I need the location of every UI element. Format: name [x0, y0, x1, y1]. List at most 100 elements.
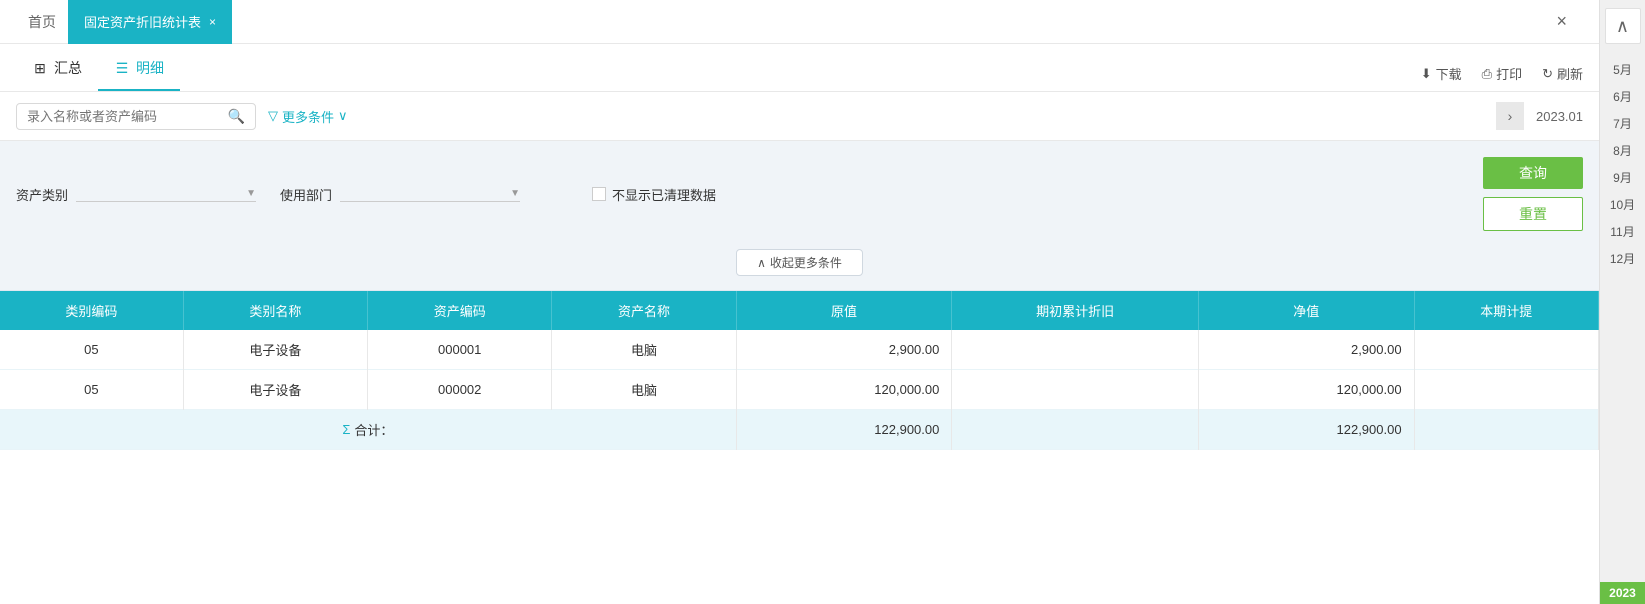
total-cell: 122,900.00: [1198, 410, 1414, 450]
chevron-up-icon: ∧: [757, 256, 766, 270]
nav-tab-depreciation[interactable]: 固定资产折旧统计表 ×: [68, 0, 232, 44]
search-bar: 🔍 ▽ 更多条件 ∨ › 2023.01: [0, 92, 1599, 141]
search-input-wrap[interactable]: 🔍: [16, 103, 256, 130]
sidebar-nav-up[interactable]: ∧: [1605, 8, 1641, 44]
layers-icon: ⊞: [32, 60, 48, 76]
search-input[interactable]: [27, 109, 228, 124]
hide-cleared-checkbox[interactable]: [592, 187, 606, 201]
asset-category-select[interactable]: ▼: [76, 186, 256, 202]
tab-detail[interactable]: ☰ 明细: [98, 47, 180, 91]
col-net-value: 净值: [1198, 291, 1414, 330]
table-wrap: 类别编码 类别名称 资产编码 资产名称 原值 期初累计折旧 净值 本期计提 05…: [0, 291, 1599, 604]
table-cell: 电脑: [552, 370, 736, 410]
sidebar-month-item[interactable]: 5月: [1600, 56, 1645, 83]
expand-arrow-btn[interactable]: ›: [1496, 102, 1524, 130]
search-icon[interactable]: 🔍: [228, 108, 245, 125]
tab-summary[interactable]: ⊞ 汇总: [16, 47, 98, 91]
table-cell: 120,000.00: [736, 370, 952, 410]
sidebar-month-item[interactable]: 8月: [1600, 137, 1645, 164]
sidebar-month-item[interactable]: 12月: [1600, 245, 1645, 272]
top-nav: 首页 固定资产折旧统计表 × ×: [0, 0, 1599, 44]
print-btn[interactable]: ⎙ 打印: [1482, 64, 1522, 83]
more-conditions-btn[interactable]: ▽ 更多条件 ∨: [268, 107, 348, 126]
col-original-value: 原值: [736, 291, 952, 330]
tab-label: 固定资产折旧统计表: [84, 12, 201, 31]
print-label: 打印: [1496, 64, 1522, 83]
table-cell: 2,900.00: [1198, 330, 1414, 370]
table-cell: [1414, 370, 1598, 410]
reset-button[interactable]: 重置: [1483, 197, 1583, 231]
nav-home[interactable]: 首页: [16, 0, 68, 44]
col-current-provision: 本期计提: [1414, 291, 1598, 330]
table-row: 05电子设备000002电脑120,000.00120,000.00: [0, 370, 1599, 410]
more-conditions-label: 更多条件: [282, 107, 334, 126]
hide-cleared-wrap: 不显示已清理数据: [592, 185, 716, 204]
download-btn[interactable]: ⬇ 下载: [1421, 64, 1462, 83]
window-close-icon[interactable]: ×: [1540, 11, 1583, 32]
data-table: 类别编码 类别名称 资产编码 资产名称 原值 期初累计折旧 净值 本期计提 05…: [0, 291, 1599, 450]
table-cell: 05: [0, 330, 183, 370]
download-label: 下载: [1436, 64, 1462, 83]
table-cell: 120,000.00: [1198, 370, 1414, 410]
asset-category-arrow: ▼: [246, 188, 256, 199]
date-label: 2023.01: [1536, 109, 1583, 124]
print-icon: ⎙: [1482, 66, 1492, 82]
sidebar-month-item[interactable]: 7月: [1600, 110, 1645, 137]
col-category-code: 类别编码: [0, 291, 183, 330]
sub-tabs: ⊞ 汇总 ☰ 明细 ⬇ 下载 ⎙ 打印 ↻ 刷新: [0, 44, 1599, 92]
sidebar-month-item[interactable]: 11月: [1600, 218, 1645, 245]
total-cell: 122,900.00: [736, 410, 952, 450]
table-cell: 05: [0, 370, 183, 410]
total-cell: [1414, 410, 1598, 450]
collapse-bar: ∧ 收起更多条件: [16, 243, 1583, 282]
total-label-text: 合计：: [354, 420, 393, 439]
total-label-cell: Σ 合计：: [0, 410, 736, 450]
refresh-label: 刷新: [1557, 64, 1583, 83]
sum-icon: Σ: [342, 422, 350, 437]
table-cell: 2,900.00: [736, 330, 952, 370]
toolbar-right: ⬇ 下载 ⎙ 打印 ↻ 刷新: [1421, 64, 1583, 91]
collapse-btn[interactable]: ∧ 收起更多条件: [736, 249, 863, 276]
year-badge: 2023: [1600, 582, 1645, 604]
filter-row: 资产类别 ▼ 使用部门 ▼ 不显示已清理数据 查询 重置: [16, 157, 1583, 231]
table-cell: 电子设备: [183, 330, 367, 370]
list-icon: ☰: [114, 60, 130, 76]
filter-asset-category: 资产类别 ▼: [16, 185, 256, 204]
tab-detail-label: 明细: [136, 58, 164, 78]
table-cell: 电子设备: [183, 370, 367, 410]
download-icon: ⬇: [1421, 66, 1432, 82]
asset-category-label: 资产类别: [16, 185, 68, 204]
tab-summary-label: 汇总: [54, 58, 82, 78]
filter-buttons: 查询 重置: [1483, 157, 1583, 231]
month-list: 5月6月7月8月9月10月11月12月: [1600, 56, 1645, 272]
col-asset-name: 资产名称: [552, 291, 736, 330]
col-accumulated-depreciation: 期初累计折旧: [952, 291, 1199, 330]
department-label: 使用部门: [280, 185, 332, 204]
table-cell: [1414, 330, 1598, 370]
department-select[interactable]: ▼: [340, 186, 520, 202]
table-cell: [952, 330, 1199, 370]
query-button[interactable]: 查询: [1483, 157, 1583, 189]
right-sidebar: ∧ 5月6月7月8月9月10月11月12月 2023: [1599, 0, 1645, 604]
chevron-down-icon: ∨: [338, 108, 348, 124]
sidebar-month-item[interactable]: 9月: [1600, 164, 1645, 191]
hide-cleared-label: 不显示已清理数据: [612, 185, 716, 204]
tab-close-icon[interactable]: ×: [209, 15, 216, 29]
table-cell: 000002: [368, 370, 552, 410]
refresh-btn[interactable]: ↻ 刷新: [1542, 64, 1583, 83]
table-cell: [952, 370, 1199, 410]
table-cell: 000001: [368, 330, 552, 370]
filter-area: 资产类别 ▼ 使用部门 ▼ 不显示已清理数据 查询 重置: [0, 141, 1599, 291]
filter-department: 使用部门 ▼: [280, 185, 520, 204]
col-category-name: 类别名称: [183, 291, 367, 330]
department-arrow: ▼: [510, 188, 520, 199]
sidebar-month-item[interactable]: 10月: [1600, 191, 1645, 218]
col-asset-code: 资产编码: [368, 291, 552, 330]
collapse-label: 收起更多条件: [770, 254, 842, 271]
table-header-row: 类别编码 类别名称 资产编码 资产名称 原值 期初累计折旧 净值 本期计提: [0, 291, 1599, 330]
refresh-icon: ↻: [1542, 66, 1553, 82]
filter-icon: ▽: [268, 108, 278, 124]
sidebar-month-item[interactable]: 6月: [1600, 83, 1645, 110]
table-total-row: Σ 合计： 122,900.00 122,900.00: [0, 410, 1599, 450]
table-row: 05电子设备000001电脑2,900.002,900.00: [0, 330, 1599, 370]
